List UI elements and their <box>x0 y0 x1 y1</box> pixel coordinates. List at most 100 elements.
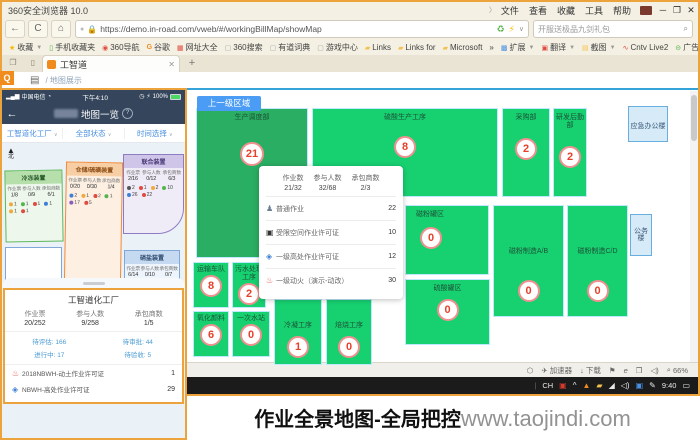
map-area-magnetic-mfg-cd[interactable]: 磁粉制造C/D 0 <box>567 205 628 317</box>
input-method-icon[interactable]: ▣ <box>559 381 567 390</box>
bookmark-site-list[interactable]: ▦ 网址大全 <box>177 42 218 53</box>
menu-help[interactable]: 帮助 <box>613 4 631 17</box>
bookmarks-overflow[interactable]: » <box>489 43 493 52</box>
person-icon: ♟ <box>266 204 274 213</box>
bookmark-folder-links[interactable]: ▰ Links <box>365 43 391 52</box>
work-count-badge: 6 <box>200 324 222 346</box>
translate-button[interactable]: ▣ 翻译 ▼ <box>541 42 575 53</box>
fire-icon: ♨ <box>266 276 274 285</box>
bookmark-game-center[interactable]: ▢ 游戏中心 <box>317 42 358 53</box>
tab-active[interactable]: 工智道 ✕ <box>42 55 180 72</box>
bookmark-mobile-favorites[interactable]: ▯ 手机收藏夹 <box>49 42 95 53</box>
bookmark-youdao[interactable]: ▢ 有道词典 <box>270 42 311 53</box>
360-tray-icon[interactable]: ▲ <box>583 381 591 390</box>
download-button[interactable]: ↓ 下载 <box>580 365 601 376</box>
permit-row[interactable]: ♨ 2018NBWH-动土作业许可证 1 <box>12 365 175 381</box>
phone-zone-purple[interactable]: 联合装置 作业票 2/16 参与人数 0/12 承包商数 6/3 2 1 2 10 26 22 <box>123 154 184 234</box>
work-count-badge: 21 <box>240 142 264 166</box>
menu-tools[interactable]: 工具 <box>585 4 603 17</box>
map-area-sulfuric-tank[interactable]: 硫酸罐区 0 <box>405 279 490 345</box>
menu-view[interactable]: 查看 <box>529 4 547 17</box>
notebook-icon[interactable] <box>640 5 652 15</box>
pen-icon[interactable]: ✎ <box>649 381 656 390</box>
minimize-button[interactable]: ─ <box>656 5 670 15</box>
wave-icon: ∿ <box>622 44 629 52</box>
photos-tray-icon[interactable]: ▣ <box>636 381 644 390</box>
flag-icon[interactable]: ⚑ <box>609 366 616 375</box>
taskbar-clock[interactable]: 9:40 <box>662 381 677 390</box>
new-tab-button[interactable]: + <box>184 57 200 71</box>
grid-icon: ▦ <box>177 44 184 52</box>
permit-row[interactable]: ◈ NBWH-高处作业许可证 29 <box>12 381 175 397</box>
work-at-height-icon: ◈ <box>12 384 19 394</box>
map-area-condensing[interactable]: 冷凝工序 1 <box>274 299 322 365</box>
map-area-purchasing[interactable]: 采购部 2 <box>502 108 550 197</box>
scrollbar-thumb[interactable] <box>691 95 697 141</box>
phone-zone-orange[interactable]: 仓储/硫磺装置 作业票 0/20 参与人数 0/30 承包商数 1/4 2 1 2 1 17 5 <box>63 161 124 281</box>
tab-close-icon[interactable]: ✕ <box>168 60 175 69</box>
menu-file[interactable]: 文件 <box>501 4 519 17</box>
back-to-parent-area-button[interactable]: 上一级区域 <box>197 96 261 111</box>
ie-mode-icon[interactable]: e <box>624 366 628 375</box>
compass-icon: ▲ 北 <box>7 146 15 161</box>
extensions-button[interactable]: ▩ 扩展 ▼ <box>501 42 535 53</box>
dropdown-caret-icon[interactable]: ∨ <box>519 25 524 33</box>
restore-tab-icon[interactable]: ▯ <box>26 58 40 70</box>
language-indicator[interactable]: CH <box>542 381 553 390</box>
mute-icon[interactable]: ◁) <box>651 366 659 375</box>
bookmark-favorites[interactable]: ★ 收藏 ▼ <box>9 42 42 53</box>
cntv-live-button[interactable]: ∿ Cntv Live2 <box>623 43 669 52</box>
map-area-service-building[interactable]: 公务楼 <box>630 214 652 256</box>
home-button[interactable]: ⌂ <box>51 20 71 38</box>
folder-icon[interactable]: ▰ <box>596 381 602 390</box>
block-icon: ⊝ <box>675 44 682 52</box>
bookmark-360nav[interactable]: ◉ 360导航 <box>102 42 139 53</box>
phone-back-icon[interactable]: ← <box>2 108 22 120</box>
volume-icon[interactable]: ◁) <box>621 381 630 390</box>
camera-icon: ▤ <box>582 44 589 52</box>
back-button[interactable]: ← <box>5 20 25 38</box>
map-area-magnetic-tank[interactable]: 磁粉罐区 0 <box>405 205 489 275</box>
screenshot-button[interactable]: ▤ 截图 ▼ <box>582 42 616 53</box>
notification-center-icon[interactable]: ▭ <box>682 381 690 390</box>
phone-zone-green[interactable]: 冷冻装置 作业票 1/8 参与人数 0/9 承包商数 6/1 111111 <box>4 169 64 243</box>
map-area-roasting[interactable]: 焙烧工序 0 <box>326 299 372 365</box>
skin-icon[interactable]: ⬡ <box>527 366 534 375</box>
time-filter[interactable]: 时间选择 ∨ <box>123 127 185 139</box>
bookmark-folder-microsoft[interactable]: ▰ Microsoft <box>443 43 483 52</box>
search-icon[interactable]: ⌕ <box>684 24 688 34</box>
url-input[interactable]: ● 🔒 https://demo.in-road.com/vweb/#/work… <box>75 20 529 38</box>
site-info-icon[interactable]: ● <box>80 26 84 33</box>
help-icon[interactable]: ? <box>122 108 133 119</box>
no-trace-icon[interactable]: ♻ <box>496 24 504 35</box>
map-area-emergency-office[interactable]: 应急办公楼 <box>628 106 668 142</box>
status-filter[interactable]: 全部状态 ∨ <box>62 127 123 139</box>
speed-mode-icon[interactable]: ⚡ <box>509 24 515 35</box>
accelerator-button[interactable]: ✈ 加速器 <box>541 365 572 376</box>
factory-filter[interactable]: 工智道化工厂 ∨ <box>2 128 62 139</box>
zone-legend: 111111 <box>6 199 62 217</box>
bookmark-360search[interactable]: ▢ 360搜索 <box>225 42 263 53</box>
hamburger-icon[interactable]: ▤ <box>30 75 39 86</box>
map-area-transport[interactable]: 运输车队 8 <box>193 262 229 308</box>
map-area-water-station[interactable]: 一次水站 0 <box>232 311 270 357</box>
zoom-control[interactable]: ⌕ 66% <box>667 365 688 375</box>
ad-block-button[interactable]: ⊝广告拦截 <box>675 42 698 53</box>
refresh-button[interactable]: C <box>28 20 48 38</box>
work-count-badge: 8 <box>394 136 416 158</box>
tab-list-icon[interactable]: ❐ <box>6 58 20 70</box>
sidebar-launcher-icon[interactable]: Q <box>0 71 14 85</box>
map-area-rd-logistics[interactable]: 研发后勤部 2 <box>553 108 587 197</box>
bookmark-folder-links-for[interactable]: ▰ Links for <box>398 43 436 52</box>
map-area-magnetic-mfg-ab[interactable]: 磁粉制造A/B 0 <box>493 205 564 317</box>
maximize-button[interactable]: ❐ <box>670 5 684 16</box>
map-area-oxide-pigment[interactable]: 氧化颜料 6 <box>193 311 229 357</box>
search-input[interactable]: 开服送极品九剑礼包 ⌕ <box>533 20 693 38</box>
close-button[interactable]: ✕ <box>684 5 698 16</box>
window-split-icon[interactable]: ❒ <box>636 366 643 375</box>
menu-favorites[interactable]: 收藏 <box>557 4 575 17</box>
area-detail-tooltip: 作业数 21/32 参与人数 32/68 承包商数 2/3 ♟ 普通作业 22 ▣ 受限空间… <box>259 166 403 299</box>
network-icon[interactable]: ◢ <box>609 381 615 390</box>
tray-expand-icon[interactable]: ^ <box>573 381 577 390</box>
bookmark-google[interactable]: G 谷歌 <box>147 42 170 53</box>
